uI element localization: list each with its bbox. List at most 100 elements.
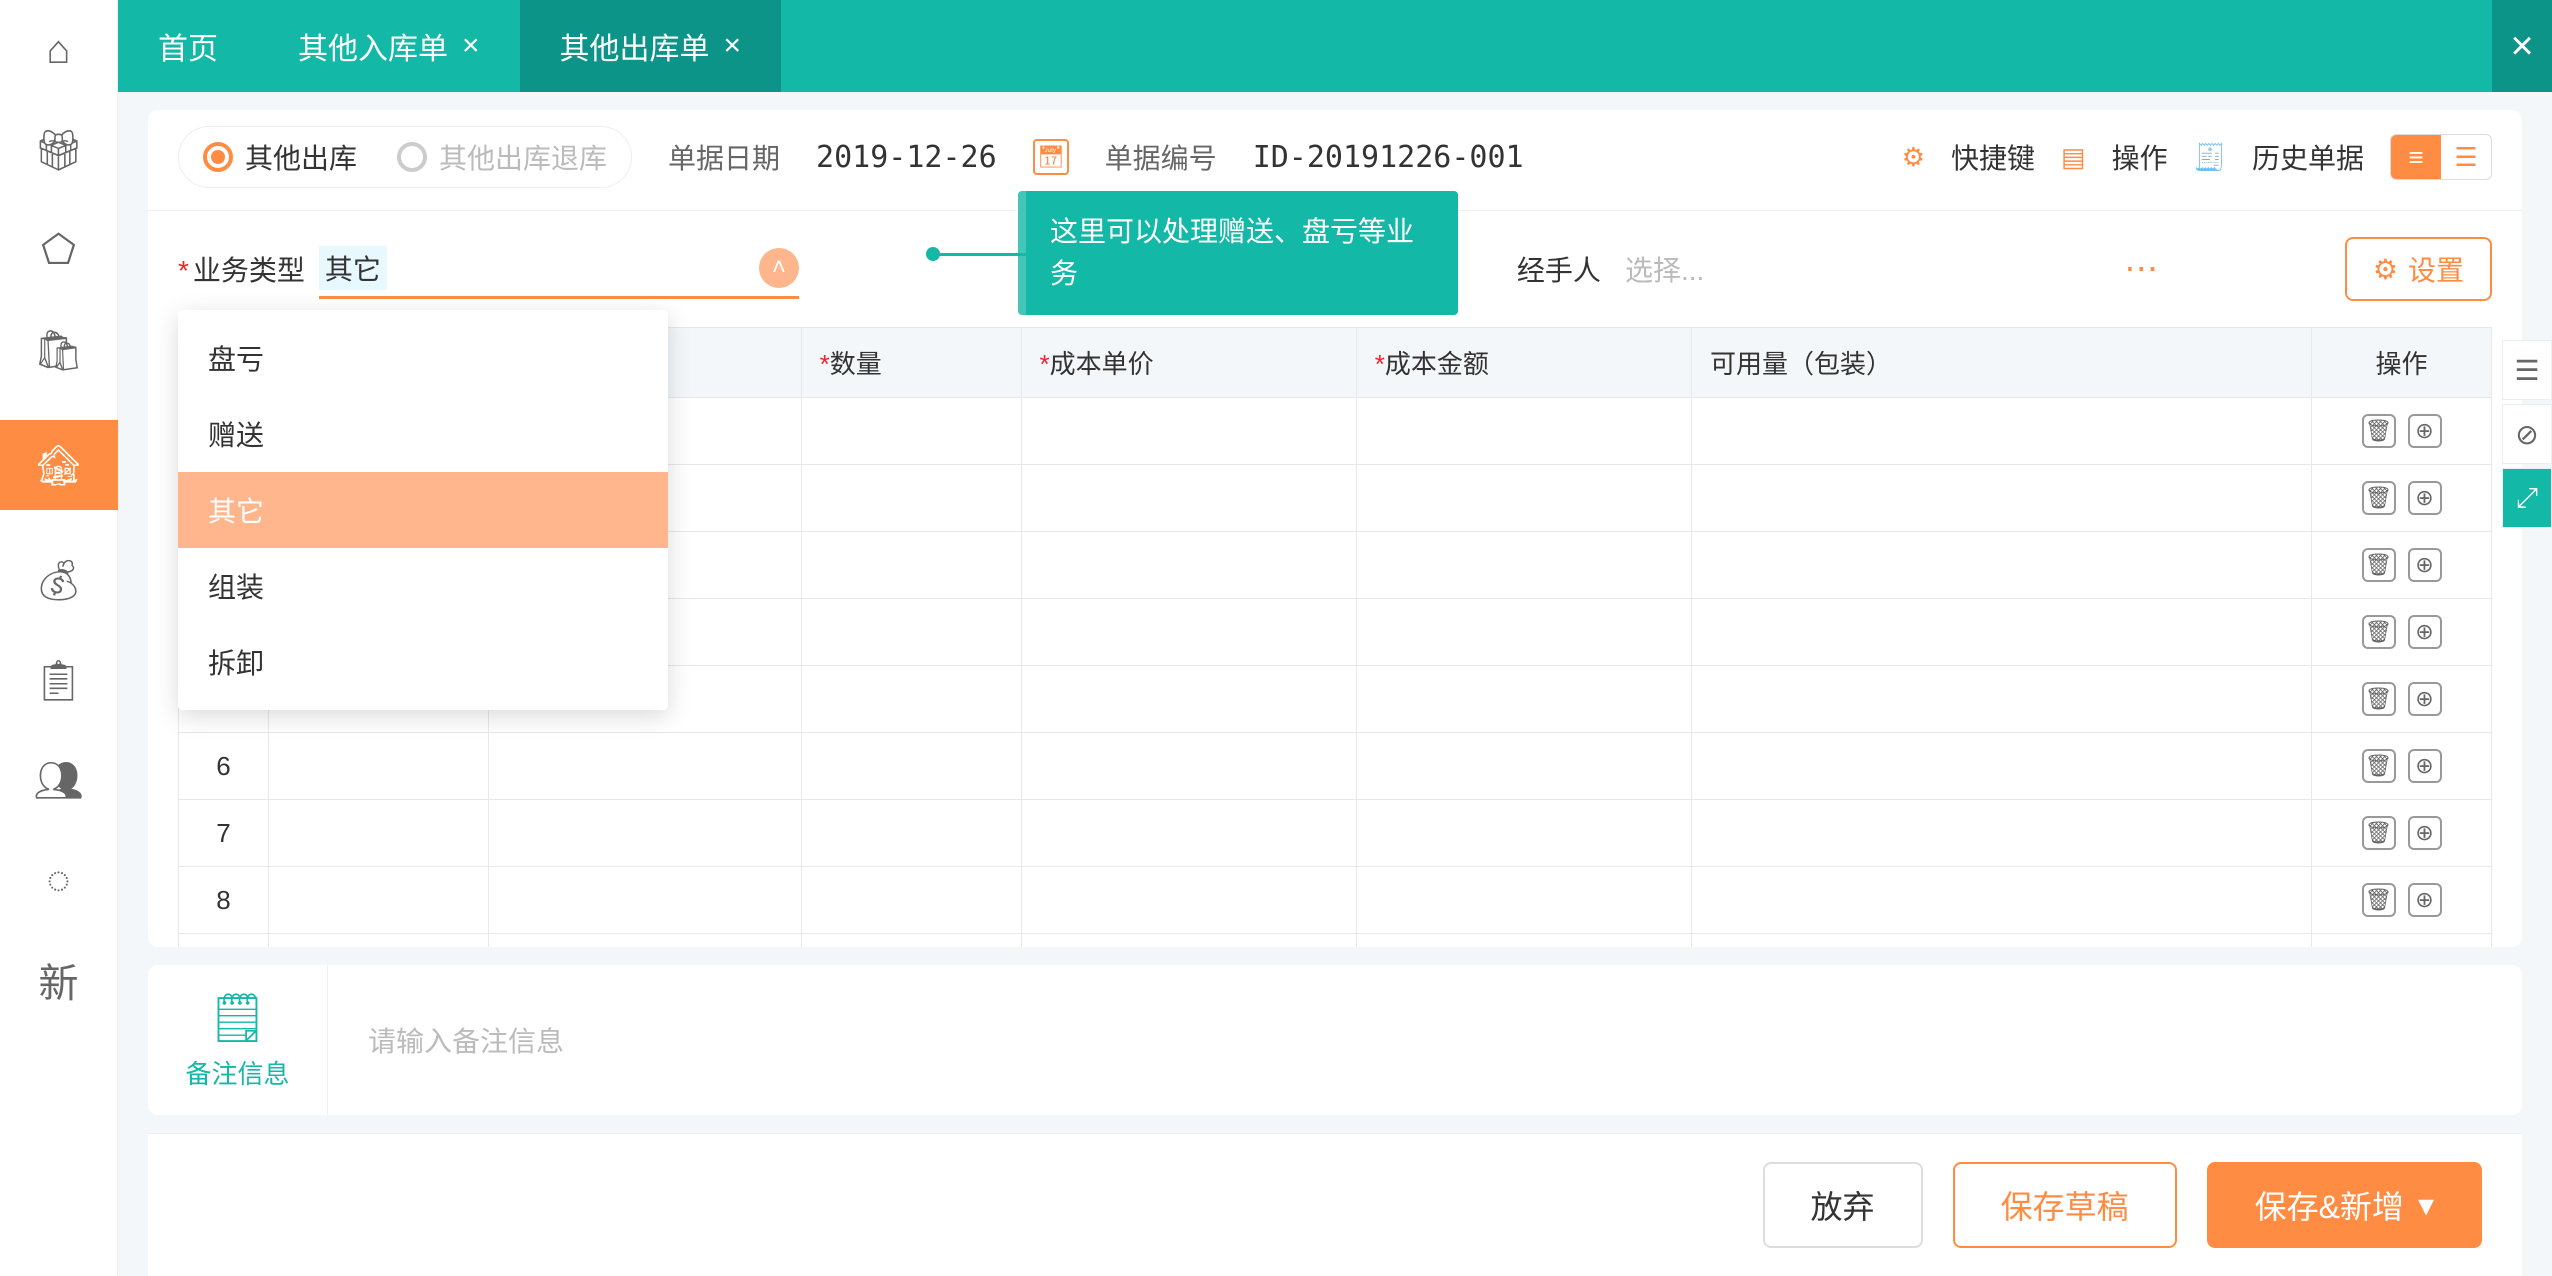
add-row-icon[interactable]: ⊕	[2408, 749, 2442, 783]
cell-qty[interactable]	[801, 867, 1021, 934]
cell-price[interactable]	[1021, 532, 1356, 599]
cell-amount[interactable]	[1356, 867, 1691, 934]
chevron-down-icon[interactable]: ▾	[2418, 1186, 2434, 1224]
warehouse-icon[interactable]: 🏚︎	[0, 420, 118, 510]
document-icon[interactable]: 🧾	[2194, 142, 2226, 173]
delete-icon[interactable]: 🗑	[2362, 481, 2396, 515]
cell-price[interactable]	[1021, 733, 1356, 800]
handler-select[interactable]: 选择...	[1625, 249, 1704, 289]
cell-price[interactable]	[1021, 465, 1356, 532]
rail-note-icon[interactable]: ☰	[2502, 340, 2552, 400]
delete-icon[interactable]: 🗑	[2362, 682, 2396, 716]
tab-home[interactable]: 首页	[118, 0, 258, 92]
cell-amount[interactable]	[1356, 398, 1691, 465]
cell-price[interactable]	[1021, 398, 1356, 465]
cell-unit[interactable]	[488, 733, 801, 800]
new-icon[interactable]: 新	[29, 950, 89, 1010]
cell-price[interactable]	[1021, 800, 1356, 867]
cell-qty[interactable]	[801, 465, 1021, 532]
cell-qty[interactable]	[801, 733, 1021, 800]
rail-attach-icon[interactable]: ⊘	[2502, 404, 2552, 464]
add-row-icon[interactable]: ⊕	[2408, 615, 2442, 649]
cell-amount[interactable]	[1356, 800, 1691, 867]
tab-other-in[interactable]: 其他入库单×	[258, 0, 520, 92]
clipboard-icon[interactable]: 📋︎	[29, 650, 89, 710]
history-link[interactable]: 历史单据	[2252, 137, 2364, 177]
price-tag-icon[interactable]: ⬠	[29, 220, 89, 280]
cell-avail[interactable]	[1692, 800, 2312, 867]
table-row[interactable]: 9🗑⊕	[179, 934, 2492, 948]
cell-price[interactable]	[1021, 867, 1356, 934]
close-icon[interactable]: ×	[462, 29, 480, 63]
home-icon[interactable]: ⌂	[29, 20, 89, 80]
bill-date-value[interactable]: 2019-12-26	[816, 140, 997, 175]
delete-icon[interactable]: 🗑	[2362, 548, 2396, 582]
money-bag-icon[interactable]: 💰︎	[29, 550, 89, 610]
dropdown-item-zuzhuang[interactable]: 组装	[178, 548, 668, 624]
save-draft-button[interactable]: 保存草稿	[1953, 1162, 2177, 1248]
cell-unit[interactable]	[488, 867, 801, 934]
cell-avail[interactable]	[1692, 666, 2312, 733]
save-add-button[interactable]: 保存&新增 ▾	[2207, 1162, 2482, 1248]
cell-qty[interactable]	[801, 599, 1021, 666]
close-icon[interactable]: ×	[724, 29, 742, 63]
calendar-icon[interactable]: 📅︎	[1033, 139, 1069, 175]
cell-qty[interactable]	[801, 532, 1021, 599]
dropdown-item-chaixie[interactable]: 拆卸	[178, 624, 668, 700]
add-row-icon[interactable]: ⊕	[2408, 481, 2442, 515]
view-list-icon[interactable]: ≡	[2391, 135, 2441, 179]
dropdown-item-pankui[interactable]: 盘亏	[178, 320, 668, 396]
rail-expand-icon[interactable]: ⤢	[2502, 468, 2552, 528]
cell-qty[interactable]	[801, 934, 1021, 948]
contacts-icon[interactable]: 👥︎	[29, 750, 89, 810]
cell-price[interactable]	[1021, 599, 1356, 666]
business-type-select[interactable]: 其它 ˄	[319, 240, 799, 299]
add-row-icon[interactable]: ⊕	[2408, 682, 2442, 716]
cell-avail[interactable]	[1692, 733, 2312, 800]
radio-other-out[interactable]: 其他出库	[203, 137, 357, 177]
table-row[interactable]: 7🗑⊕	[179, 800, 2492, 867]
cell-amount[interactable]	[1356, 666, 1691, 733]
cell-avail[interactable]	[1692, 398, 2312, 465]
cell-amount[interactable]	[1356, 465, 1691, 532]
table-row[interactable]: 6🗑⊕	[179, 733, 2492, 800]
table-row[interactable]: 8🗑⊕	[179, 867, 2492, 934]
cell-qty[interactable]	[801, 398, 1021, 465]
cell-amount[interactable]	[1356, 532, 1691, 599]
chevron-up-icon[interactable]: ˄	[759, 248, 799, 288]
cell-qty[interactable]	[801, 800, 1021, 867]
bag-icon[interactable]: 🛍︎	[29, 320, 89, 380]
cell-amount[interactable]	[1356, 733, 1691, 800]
cell-product[interactable]	[269, 800, 489, 867]
delete-icon[interactable]: 🗑	[2362, 414, 2396, 448]
radio-return[interactable]: 其他出库退库	[397, 137, 607, 177]
delete-icon[interactable]: 🗑	[2362, 749, 2396, 783]
cell-avail[interactable]	[1692, 465, 2312, 532]
cell-amount[interactable]	[1356, 934, 1691, 948]
shortcut-link[interactable]: 快捷键	[1951, 137, 2035, 177]
cell-product[interactable]	[269, 733, 489, 800]
dropdown-item-zengsong[interactable]: 赠送	[178, 396, 668, 472]
cell-amount[interactable]	[1356, 599, 1691, 666]
delete-icon[interactable]: 🗑	[2362, 883, 2396, 917]
cell-avail[interactable]	[1692, 532, 2312, 599]
gear-icon[interactable]: ⚙	[1902, 142, 1925, 173]
cell-avail[interactable]	[1692, 599, 2312, 666]
discard-button[interactable]: 放弃	[1763, 1162, 1923, 1248]
add-row-icon[interactable]: ⊕	[2408, 414, 2442, 448]
cell-price[interactable]	[1021, 666, 1356, 733]
add-row-icon[interactable]: ⊕	[2408, 883, 2442, 917]
remarks-input[interactable]: 请输入备注信息	[328, 1020, 2522, 1060]
add-row-icon[interactable]: ⊕	[2408, 816, 2442, 850]
sync-icon[interactable]: ◌	[29, 850, 89, 910]
delete-icon[interactable]: 🗑	[2362, 615, 2396, 649]
close-all-icon[interactable]: ×	[2492, 0, 2552, 92]
gift-icon[interactable]: 🎁︎	[29, 120, 89, 180]
dropdown-item-qita[interactable]: 其它	[178, 472, 668, 548]
cell-qty[interactable]	[801, 666, 1021, 733]
settings-button[interactable]: ⚙ 设置	[2345, 237, 2492, 301]
view-detail-icon[interactable]: ☰	[2441, 135, 2491, 179]
add-row-icon[interactable]: ⊕	[2408, 548, 2442, 582]
cell-avail[interactable]	[1692, 867, 2312, 934]
cell-product[interactable]	[269, 934, 489, 948]
